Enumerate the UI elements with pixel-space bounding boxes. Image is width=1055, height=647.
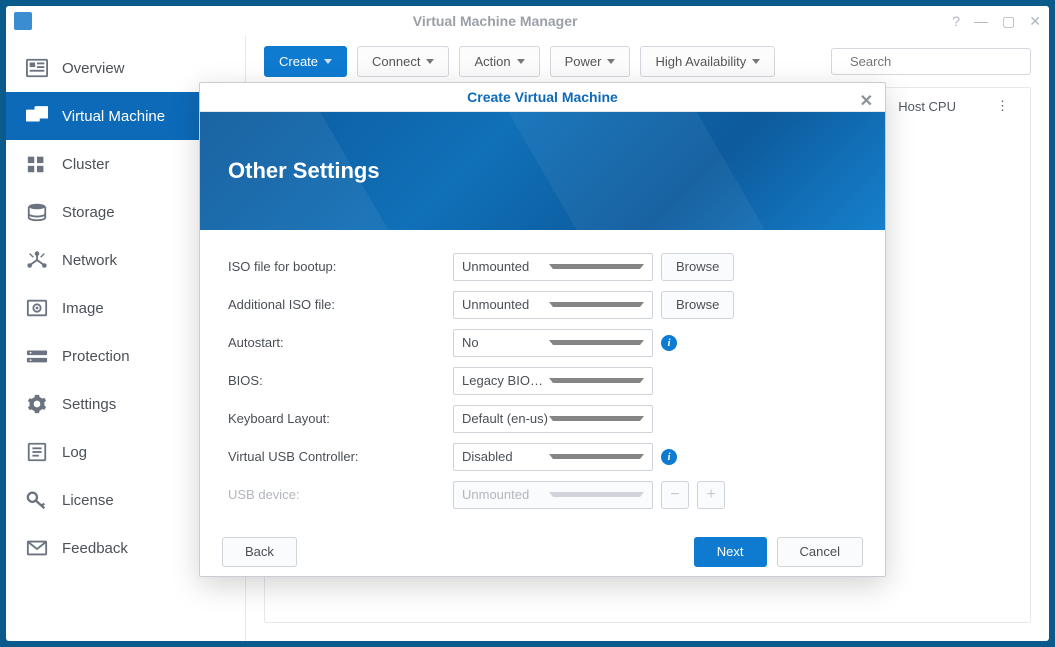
chevron-down-icon bbox=[607, 59, 615, 64]
label-usb-controller: Virtual USB Controller: bbox=[228, 449, 453, 464]
chevron-down-icon bbox=[549, 454, 644, 459]
chevron-down-icon bbox=[517, 59, 525, 64]
protection-icon bbox=[26, 346, 48, 366]
sidebar-item-label: Log bbox=[62, 444, 87, 461]
app-window: Virtual Machine Manager ? — ▢ ✕ Overview… bbox=[6, 6, 1049, 641]
high-availability-button[interactable]: High Availability bbox=[640, 46, 775, 77]
envelope-icon bbox=[26, 538, 48, 558]
cancel-button[interactable]: Cancel bbox=[777, 537, 863, 567]
select-usb-device: Unmounted bbox=[453, 481, 653, 509]
select-autostart[interactable]: No bbox=[453, 329, 653, 357]
back-button[interactable]: Back bbox=[222, 537, 297, 567]
sidebar-item-label: Virtual Machine bbox=[62, 108, 165, 125]
sidebar-item-label: Overview bbox=[62, 60, 125, 77]
action-button[interactable]: Action bbox=[459, 46, 539, 77]
chevron-down-icon bbox=[549, 264, 644, 269]
chevron-down-icon bbox=[549, 378, 644, 383]
chevron-down-icon bbox=[549, 492, 644, 497]
sidebar-item-label: Storage bbox=[62, 204, 115, 221]
label-iso-additional: Additional ISO file: bbox=[228, 297, 453, 312]
select-iso-additional[interactable]: Unmounted bbox=[453, 291, 653, 319]
next-button[interactable]: Next bbox=[694, 537, 767, 567]
create-vm-dialog: Create Virtual Machine ✕ Other Settings … bbox=[199, 82, 886, 577]
chevron-down-icon bbox=[549, 340, 644, 345]
key-icon bbox=[26, 490, 48, 510]
cluster-icon bbox=[26, 154, 48, 174]
connect-button[interactable]: Connect bbox=[357, 46, 449, 77]
dialog-close-icon[interactable]: ✕ bbox=[860, 91, 873, 111]
chevron-down-icon bbox=[752, 59, 760, 64]
create-button[interactable]: Create bbox=[264, 46, 347, 77]
browse-iso-boot-button[interactable]: Browse bbox=[661, 253, 734, 281]
dialog-title: Create Virtual Machine ✕ bbox=[200, 83, 885, 112]
chevron-down-icon bbox=[426, 59, 434, 64]
search-input[interactable] bbox=[850, 54, 1026, 69]
dialog-footer: Back Next Cancel bbox=[200, 528, 885, 576]
storage-icon bbox=[26, 202, 48, 222]
window-title: Virtual Machine Manager bbox=[38, 13, 952, 29]
label-keyboard: Keyboard Layout: bbox=[228, 411, 453, 426]
help-icon[interactable]: ? bbox=[952, 13, 960, 30]
overview-icon bbox=[26, 58, 48, 78]
label-bios: BIOS: bbox=[228, 373, 453, 388]
maximize-icon[interactable]: ▢ bbox=[1002, 13, 1015, 30]
sidebar-item-label: Network bbox=[62, 252, 117, 269]
sidebar-item-label: Cluster bbox=[62, 156, 110, 173]
power-button[interactable]: Power bbox=[550, 46, 631, 77]
app-icon bbox=[14, 12, 32, 30]
image-icon bbox=[26, 298, 48, 318]
close-icon[interactable]: ✕ bbox=[1029, 13, 1041, 30]
select-bios[interactable]: Legacy BIOS (Recommended) bbox=[453, 367, 653, 395]
vm-icon bbox=[26, 106, 48, 126]
log-icon bbox=[26, 442, 48, 462]
label-usb-device: USB device: bbox=[228, 487, 453, 502]
column-menu-icon[interactable]: ⋮ bbox=[996, 98, 1008, 114]
info-icon[interactable]: i bbox=[661, 449, 677, 465]
add-usb-button: + bbox=[697, 481, 725, 509]
dialog-section-title: Other Settings bbox=[228, 158, 380, 184]
sidebar-item-label: Protection bbox=[62, 348, 130, 365]
select-usb-controller[interactable]: Disabled bbox=[453, 443, 653, 471]
select-keyboard[interactable]: Default (en-us) bbox=[453, 405, 653, 433]
search-box[interactable] bbox=[831, 48, 1031, 75]
sidebar-item-label: License bbox=[62, 492, 114, 509]
label-autostart: Autostart: bbox=[228, 335, 453, 350]
select-iso-boot[interactable]: Unmounted bbox=[453, 253, 653, 281]
toolbar: Create Connect Action Power High Availab… bbox=[246, 36, 1049, 87]
chevron-down-icon bbox=[324, 59, 332, 64]
sidebar-item-label: Feedback bbox=[62, 540, 128, 557]
network-icon bbox=[26, 250, 48, 270]
sidebar-item-label: Image bbox=[62, 300, 104, 317]
chevron-down-icon bbox=[549, 302, 644, 307]
gear-icon bbox=[26, 394, 48, 414]
sidebar-item-label: Settings bbox=[62, 396, 116, 413]
dialog-form: ISO file for bootup: Unmounted Browse Ad… bbox=[200, 230, 885, 528]
remove-usb-button: − bbox=[661, 481, 689, 509]
browse-iso-additional-button[interactable]: Browse bbox=[661, 291, 734, 319]
info-icon[interactable]: i bbox=[661, 335, 677, 351]
chevron-down-icon bbox=[549, 416, 644, 421]
minimize-icon[interactable]: — bbox=[974, 13, 988, 30]
column-host-cpu[interactable]: Host CPU bbox=[898, 99, 956, 114]
label-iso-boot: ISO file for bootup: bbox=[228, 259, 453, 274]
titlebar: Virtual Machine Manager ? — ▢ ✕ bbox=[6, 6, 1049, 36]
dialog-banner: Other Settings bbox=[200, 112, 885, 229]
